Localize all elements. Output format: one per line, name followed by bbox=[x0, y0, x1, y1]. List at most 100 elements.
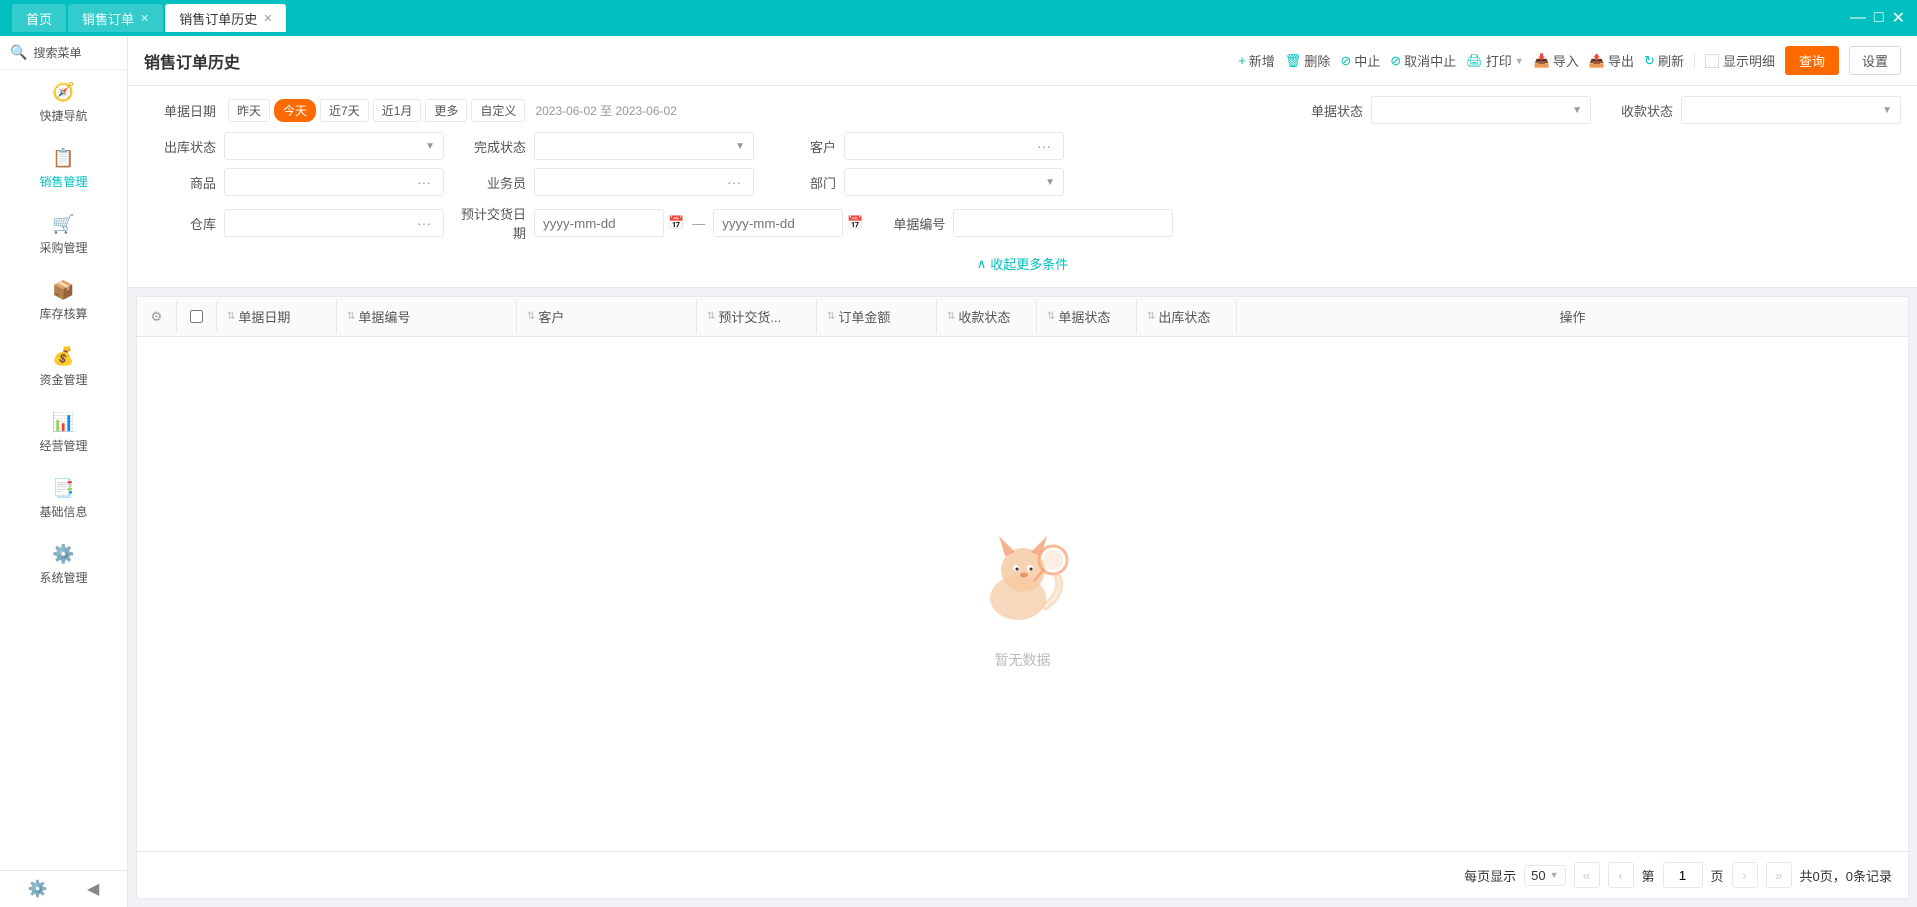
select-all-checkbox[interactable] bbox=[190, 310, 203, 323]
main-layout: 🔍 搜索菜单 🧭 快捷导航 📋 销售管理 🛒 采购管理 📦 库存核算 💰 资金管… bbox=[0, 36, 1917, 907]
delete-button[interactable]: 🗑 删除 bbox=[1285, 51, 1331, 70]
salesperson-label: 业务员 bbox=[454, 173, 534, 192]
order-status-label: 单据状态 bbox=[1291, 101, 1371, 120]
th-payment-status: ⇅ 收款状态 bbox=[937, 299, 1037, 334]
date-range-display: 2023-06-02 至 2023-06-02 bbox=[535, 102, 676, 119]
sort-order-no-icon[interactable]: ⇅ bbox=[347, 311, 355, 322]
outbound-status-select[interactable]: ▼ bbox=[224, 132, 444, 160]
date-more-btn[interactable]: 更多 bbox=[425, 99, 467, 122]
customer-label: 客户 bbox=[764, 137, 844, 156]
export-icon: 📤 bbox=[1589, 53, 1605, 69]
close-history-tab[interactable]: ✕ bbox=[263, 12, 272, 25]
sidebar-label-quick-nav: 快捷导航 bbox=[39, 107, 87, 124]
collapse-icon: ∧ bbox=[977, 256, 987, 272]
date-custom-btn[interactable]: 自定义 bbox=[471, 99, 525, 122]
refresh-button[interactable]: ↻ 刷新 bbox=[1644, 51, 1684, 70]
tab-sales-order-history[interactable]: 销售订单历史 ✕ bbox=[165, 4, 286, 32]
prev-page-btn[interactable]: ‹ bbox=[1608, 862, 1634, 888]
tab-home[interactable]: 首页 bbox=[12, 4, 66, 32]
date-7days-btn[interactable]: 近7天 bbox=[320, 99, 369, 122]
date-calendar-icon-1[interactable]: 📅 bbox=[668, 215, 684, 231]
maximize-btn[interactable]: □ bbox=[1874, 8, 1884, 28]
add-button[interactable]: + 新增 bbox=[1238, 51, 1275, 70]
page-number-input[interactable] bbox=[1663, 862, 1703, 888]
date-yesterday-btn[interactable]: 昨天 bbox=[228, 99, 270, 122]
first-page-btn[interactable]: « bbox=[1574, 862, 1600, 888]
total-label: 共0页，0条记录 bbox=[1800, 866, 1892, 885]
sidebar-item-purchase-mgmt[interactable]: 🛒 采购管理 bbox=[0, 202, 127, 268]
salesperson-ellipsis-btn[interactable]: ··· bbox=[723, 174, 745, 190]
tab-sales-order[interactable]: 销售订单 ✕ bbox=[68, 4, 163, 32]
page-size-select[interactable]: 50 ▼ bbox=[1524, 865, 1565, 886]
th-settings[interactable]: ⚙ bbox=[137, 301, 177, 333]
settings-button[interactable]: 设置 bbox=[1849, 46, 1901, 75]
finance-icon: 💰 bbox=[52, 346, 74, 367]
sidebar-item-search[interactable]: 🔍 搜索菜单 bbox=[0, 36, 127, 70]
delivery-date-start[interactable] bbox=[534, 209, 664, 237]
department-select[interactable]: ▼ bbox=[844, 168, 1064, 196]
order-status-arrow: ▼ bbox=[1572, 105, 1582, 116]
order-status-select[interactable]: ▼ bbox=[1371, 96, 1591, 124]
window-close-btn[interactable]: ✕ bbox=[1892, 8, 1905, 28]
stop-icon: ⊘ bbox=[1340, 53, 1351, 69]
minimize-btn[interactable]: — bbox=[1850, 8, 1866, 28]
next-page-btn[interactable]: › bbox=[1732, 862, 1758, 888]
table-body: 暂无数据 bbox=[137, 337, 1908, 851]
cancel-stop-button[interactable]: ⊘ 取消中止 bbox=[1390, 51, 1456, 70]
query-button[interactable]: 查询 bbox=[1785, 46, 1839, 75]
delivery-date-end[interactable] bbox=[713, 209, 843, 237]
sidebar-label-sales-mgmt: 销售管理 bbox=[39, 173, 87, 190]
filter-row-2: 出库状态 ▼ 完成状态 ▼ 客户 ··· bbox=[144, 132, 1901, 160]
display-detail-checkbox[interactable] bbox=[1705, 54, 1719, 68]
collapse-filters-btn[interactable]: ∧ 收起更多条件 bbox=[144, 250, 1901, 277]
product-ellipsis-btn[interactable]: ··· bbox=[413, 174, 435, 190]
customer-ellipsis-btn[interactable]: ··· bbox=[1033, 138, 1055, 154]
sort-payment-icon[interactable]: ⇅ bbox=[947, 311, 955, 322]
date-today-btn[interactable]: 今天 bbox=[274, 99, 316, 122]
display-toggle[interactable]: 显示明细 bbox=[1705, 51, 1775, 70]
page-unit: 页 bbox=[1711, 866, 1724, 885]
filter-row-3: 商品 ··· 业务员 ··· 部门 ▼ bbox=[144, 168, 1901, 196]
refresh-icon: ↻ bbox=[1644, 53, 1655, 69]
sidebar-item-base-info[interactable]: 📑 基础信息 bbox=[0, 466, 127, 532]
last-page-btn[interactable]: » bbox=[1766, 862, 1792, 888]
date-1month-btn[interactable]: 近1月 bbox=[373, 99, 422, 122]
page-size-value: 50 bbox=[1531, 868, 1545, 883]
order-no-input[interactable] bbox=[953, 209, 1173, 237]
sort-amount-icon[interactable]: ⇅ bbox=[827, 311, 835, 322]
display-toggle-label: 显示明细 bbox=[1723, 51, 1775, 70]
sidebar-item-sys-mgmt[interactable]: ⚙️ 系统管理 bbox=[0, 532, 127, 598]
sort-date-icon[interactable]: ⇅ bbox=[227, 311, 235, 322]
sys-mgmt-icon: ⚙️ bbox=[52, 544, 74, 565]
sidebar-item-sales-mgmt[interactable]: 📋 销售管理 bbox=[0, 136, 127, 202]
sidebar-search-label: 搜索菜单 bbox=[33, 44, 81, 61]
payment-status-label: 收款状态 bbox=[1601, 101, 1681, 120]
sort-customer-icon[interactable]: ⇅ bbox=[527, 311, 535, 322]
close-sales-order-tab[interactable]: ✕ bbox=[140, 12, 149, 25]
empty-illustration bbox=[963, 518, 1083, 638]
date-calendar-icon-2[interactable]: 📅 bbox=[847, 215, 863, 231]
th-checkbox[interactable] bbox=[177, 302, 217, 331]
product-label: 商品 bbox=[144, 173, 224, 192]
base-info-icon: 📑 bbox=[52, 478, 74, 499]
completion-status-select[interactable]: ▼ bbox=[534, 132, 754, 160]
sort-delivery-icon[interactable]: ⇅ bbox=[707, 311, 715, 322]
sidebar-settings-btn[interactable]: ⚙️ bbox=[28, 879, 48, 899]
sidebar-item-quick-nav[interactable]: 🧭 快捷导航 bbox=[0, 70, 127, 136]
warehouse-ellipsis-btn[interactable]: ··· bbox=[413, 215, 435, 231]
import-button[interactable]: 📥 导入 bbox=[1534, 51, 1579, 70]
sort-outbound-icon[interactable]: ⇅ bbox=[1147, 311, 1155, 322]
sidebar-item-operations[interactable]: 📊 经营管理 bbox=[0, 400, 127, 466]
sidebar-item-inventory[interactable]: 📦 库存核算 bbox=[0, 268, 127, 334]
stop-button[interactable]: ⊘ 中止 bbox=[1340, 51, 1380, 70]
sidebar-item-finance[interactable]: 💰 资金管理 bbox=[0, 334, 127, 400]
toolbar: + 新增 🗑 删除 ⊘ 中止 ⊘ 取消中止 🖨 打印 bbox=[1238, 46, 1901, 75]
sidebar-collapse-btn[interactable]: ◀ bbox=[87, 879, 99, 899]
export-button[interactable]: 📤 导出 bbox=[1589, 51, 1634, 70]
department-label: 部门 bbox=[764, 173, 844, 192]
sort-order-status-icon[interactable]: ⇅ bbox=[1047, 311, 1055, 322]
payment-status-select[interactable]: ▼ bbox=[1681, 96, 1901, 124]
th-outbound-status: ⇅ 出库状态 bbox=[1137, 299, 1237, 334]
content-area: 销售订单历史 + 新增 🗑 删除 ⊘ 中止 ⊘ 取消中止 bbox=[128, 36, 1917, 907]
print-button[interactable]: 🖨 打印 ▼ bbox=[1466, 51, 1523, 70]
